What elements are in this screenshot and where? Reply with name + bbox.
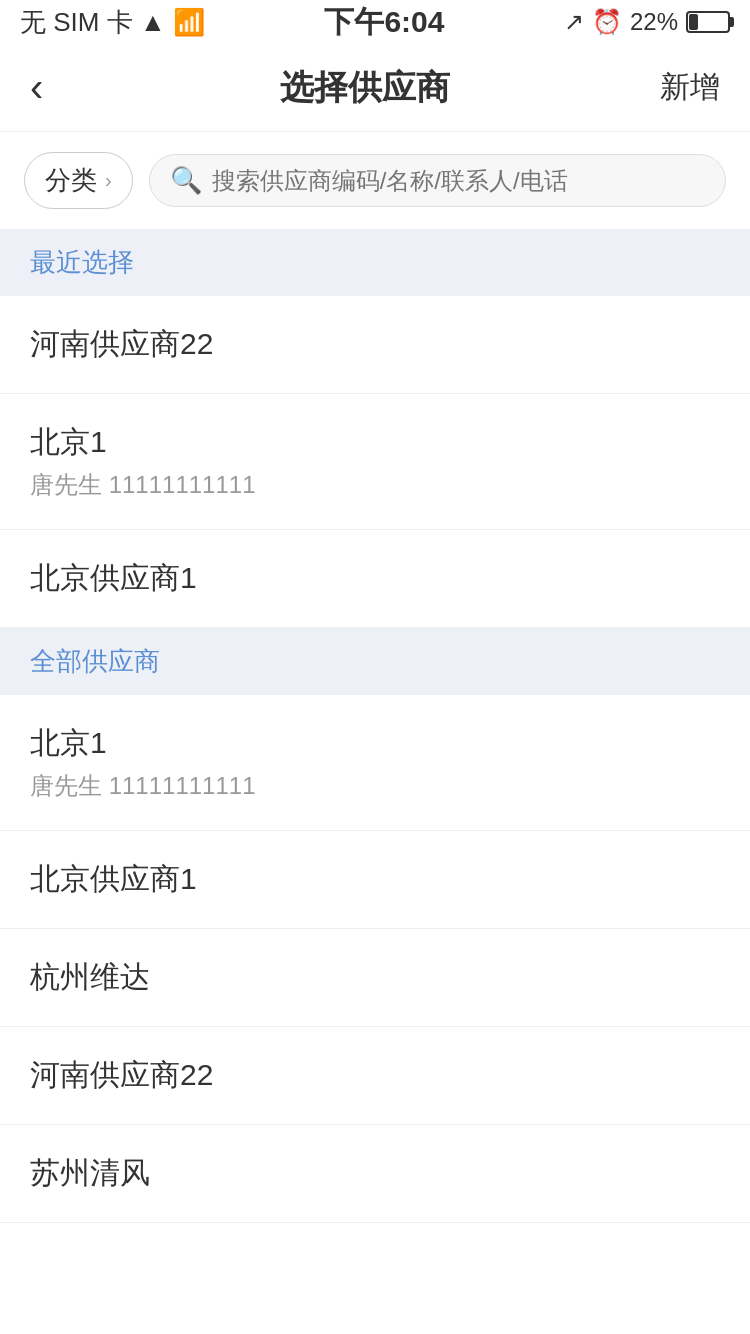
supplier-name: 杭州维达: [30, 957, 720, 998]
nav-bar: ‹ 选择供应商 新增: [0, 44, 750, 132]
battery-icon: [686, 11, 730, 33]
search-box[interactable]: 🔍: [149, 154, 726, 207]
category-label: 分类: [45, 163, 97, 198]
list-item[interactable]: 北京供应商1: [0, 831, 750, 929]
list-item[interactable]: 河南供应商22: [0, 296, 750, 394]
search-input[interactable]: [212, 167, 705, 195]
supplier-sub: 唐先生 11111111111: [30, 469, 720, 501]
status-signal: 无 SIM 卡 ▲ 📶: [20, 5, 205, 40]
battery-percent: 22%: [630, 8, 678, 36]
supplier-name: 北京供应商1: [30, 859, 720, 900]
category-filter-button[interactable]: 分类 ›: [24, 152, 133, 209]
list-item[interactable]: 北京1 唐先生 11111111111: [0, 394, 750, 530]
supplier-name: 北京1: [30, 723, 720, 764]
list-item[interactable]: 河南供应商22: [0, 1027, 750, 1125]
list-item[interactable]: 北京供应商1: [0, 530, 750, 628]
list-item[interactable]: 北京1 唐先生 11111111111: [0, 695, 750, 831]
add-button[interactable]: 新增: [640, 67, 720, 108]
status-time: 下午6:04: [324, 2, 444, 43]
status-bar: 无 SIM 卡 ▲ 📶 下午6:04 ↗ ⏰ 22%: [0, 0, 750, 44]
back-button[interactable]: ‹: [30, 65, 90, 110]
chevron-right-icon: ›: [105, 169, 112, 192]
supplier-name: 苏州清风: [30, 1153, 720, 1194]
list-item[interactable]: 苏州清风: [0, 1125, 750, 1223]
section-header-all: 全部供应商: [0, 628, 750, 695]
page-title: 选择供应商: [90, 65, 640, 111]
section-header-recent: 最近选择: [0, 229, 750, 296]
supplier-sub: 唐先生 11111111111: [30, 770, 720, 802]
search-icon: 🔍: [170, 165, 202, 196]
supplier-name: 北京供应商1: [30, 558, 720, 599]
list-item[interactable]: 杭州维达: [0, 929, 750, 1027]
location-icon: ↗: [564, 8, 584, 36]
supplier-name: 河南供应商22: [30, 324, 720, 365]
supplier-name: 北京1: [30, 422, 720, 463]
filter-row: 分类 › 🔍: [0, 132, 750, 229]
status-right: ↗ ⏰ 22%: [564, 8, 730, 36]
alarm-icon: ⏰: [592, 8, 622, 36]
supplier-name: 河南供应商22: [30, 1055, 720, 1096]
supplier-list: 最近选择河南供应商22 北京1 唐先生 11111111111 北京供应商1 全部供应商…: [0, 229, 750, 1223]
